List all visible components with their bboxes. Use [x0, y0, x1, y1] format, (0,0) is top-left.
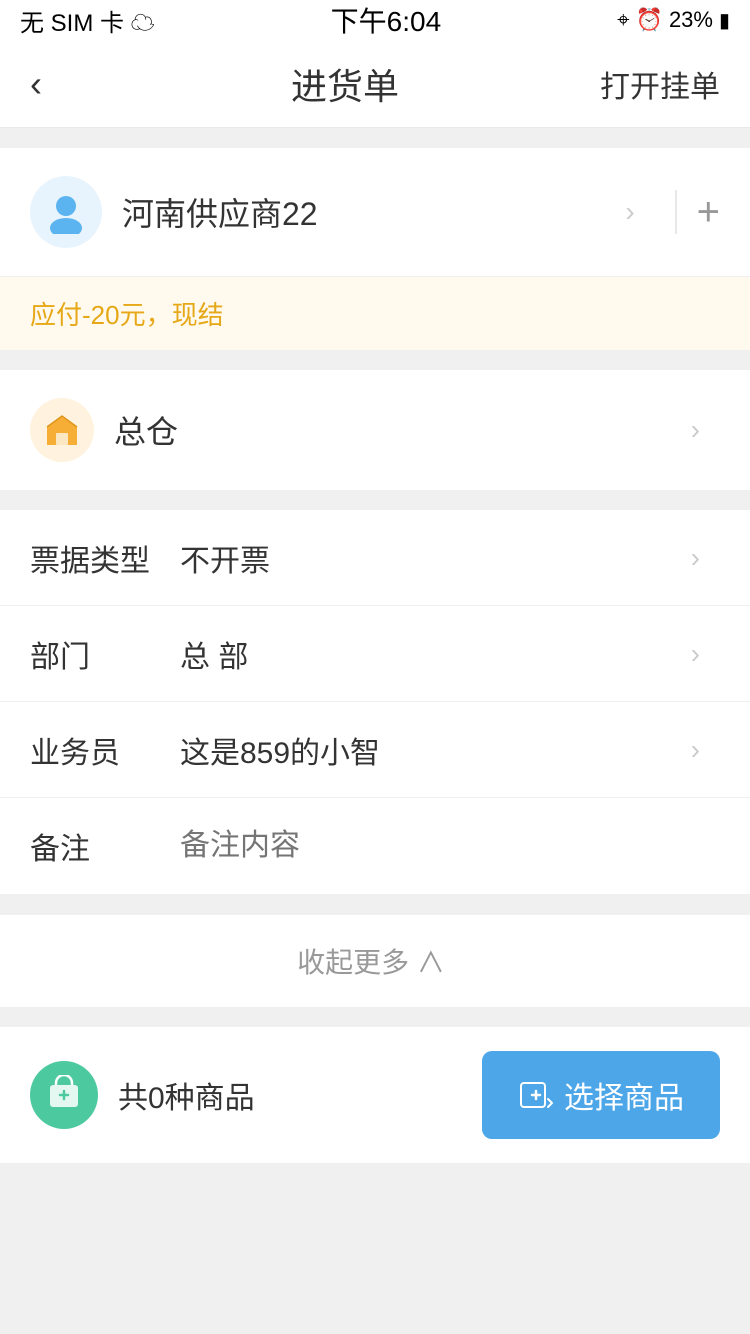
warehouse-icon [30, 398, 94, 462]
remark-label: 备注 [30, 824, 170, 868]
remark-input[interactable] [170, 829, 720, 863]
form-section: 票据类型 不开票 › 部门 总 部 › 业务员 这是859的小智 › 备注 [0, 510, 750, 894]
select-product-icon [518, 1077, 554, 1113]
collapse-label: 收起更多 ∧ [297, 941, 445, 981]
warehouse-chevron-icon: › [691, 414, 700, 446]
sim-label: 无 SIM 卡 ☁ [20, 3, 155, 38]
salesperson-value: 这是859的小智 [170, 728, 691, 772]
page-title: 进货单 [291, 58, 399, 110]
invoice-type-chevron-icon: › [691, 542, 700, 574]
status-left: 无 SIM 卡 ☁ [20, 3, 155, 38]
nav-bar: ‹ 进货单 打开挂单 [0, 40, 750, 128]
department-chevron-icon: › [691, 638, 700, 670]
select-product-button[interactable]: 选择商品 [482, 1051, 720, 1139]
bottom-bar: 共0种商品 选择商品 [0, 1027, 750, 1163]
department-value: 总 部 [170, 632, 691, 676]
supplier-chevron-icon: › [625, 196, 634, 228]
invoice-type-label: 票据类型 [30, 536, 170, 580]
location-icon: ⌖ [617, 7, 629, 33]
salesperson-chevron-icon: › [691, 734, 700, 766]
alarm-icon: ⏰ [636, 7, 663, 33]
product-count: 共0种商品 [118, 1073, 482, 1117]
battery-label: 23% [669, 7, 713, 33]
section-gap-2 [0, 350, 750, 370]
status-bar: 无 SIM 卡 ☁ 下午6:04 ⌖ ⏰ 23% ▮ [0, 0, 750, 40]
section-gap-1 [0, 128, 750, 148]
back-button[interactable]: ‹ [30, 63, 90, 105]
status-time: 下午6:04 [331, 0, 442, 40]
notice-bar: 应付-20元，现结 [0, 277, 750, 350]
warehouse-row[interactable]: 总仓 › [0, 370, 750, 490]
department-label: 部门 [30, 632, 170, 676]
supplier-name: 河南供应商22 [122, 189, 625, 235]
invoice-type-row[interactable]: 票据类型 不开票 › [0, 510, 750, 606]
remark-row[interactable]: 备注 [0, 798, 750, 894]
collapse-row[interactable]: 收起更多 ∧ [0, 914, 750, 1007]
supplier-row[interactable]: 河南供应商22 › + [0, 148, 750, 277]
department-row[interactable]: 部门 总 部 › [0, 606, 750, 702]
invoice-type-value: 不开票 [170, 536, 691, 580]
salesperson-label: 业务员 [30, 728, 170, 772]
salesperson-row[interactable]: 业务员 这是859的小智 › [0, 702, 750, 798]
status-right: ⌖ ⏰ 23% ▮ [617, 7, 730, 33]
divider [675, 190, 677, 234]
select-product-label: 选择商品 [564, 1073, 684, 1117]
add-supplier-button[interactable]: + [697, 190, 720, 235]
battery-icon: ▮ [719, 8, 730, 33]
warehouse-name: 总仓 [114, 407, 691, 453]
supplier-avatar [30, 176, 102, 248]
open-hang-button[interactable]: 打开挂单 [600, 62, 720, 106]
product-icon-wrap [30, 1061, 98, 1129]
